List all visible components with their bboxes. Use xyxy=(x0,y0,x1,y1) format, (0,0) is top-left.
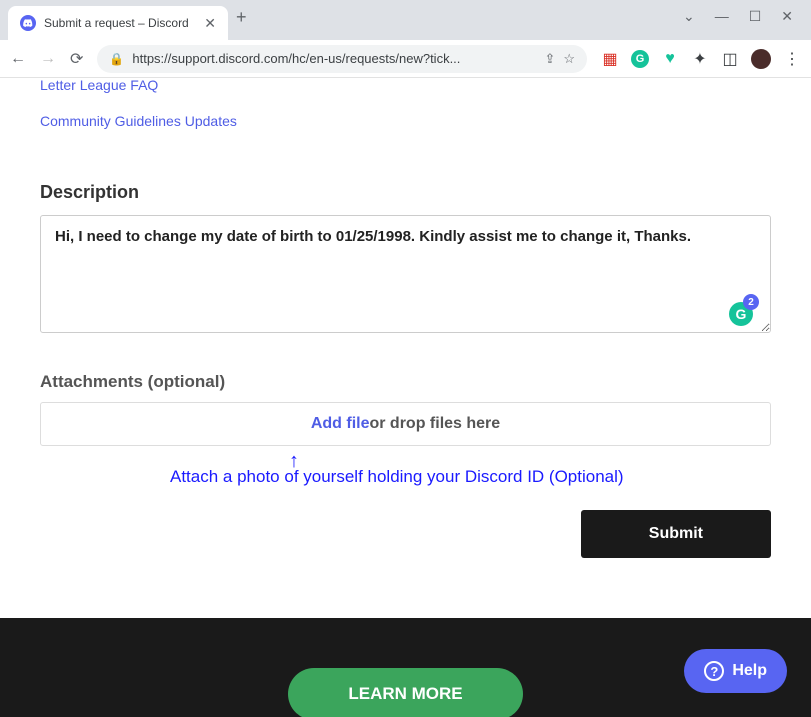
help-question-icon: ? xyxy=(704,661,724,681)
share-icon[interactable]: ⇪ xyxy=(544,51,555,67)
menu-dots-icon[interactable]: ⋮ xyxy=(783,50,801,68)
side-panel-icon[interactable]: ◫ xyxy=(721,50,739,68)
extensions-puzzle-icon[interactable]: ✦ xyxy=(691,50,709,68)
browser-tab[interactable]: Submit a request – Discord ✕ xyxy=(8,6,228,40)
shield-icon[interactable]: ♥ xyxy=(661,50,679,68)
reload-icon[interactable]: ⟳ xyxy=(70,49,83,69)
tab-title: Submit a request – Discord xyxy=(44,16,196,30)
attachment-dropzone[interactable]: Add file or drop files here xyxy=(40,402,771,446)
learn-more-button[interactable]: LEARN MORE xyxy=(288,668,522,717)
address-bar[interactable]: 🔒 https://support.discord.com/hc/en-us/r… xyxy=(97,45,587,73)
back-icon[interactable]: ← xyxy=(10,50,26,68)
arrow-up-icon: ↑ xyxy=(289,446,299,476)
description-textarea[interactable] xyxy=(40,215,771,333)
attachments-label: Attachments (optional) xyxy=(40,372,771,392)
help-widget[interactable]: ? Help xyxy=(684,649,787,693)
tab-close-icon[interactable]: ✕ xyxy=(204,15,216,32)
forward-icon[interactable]: → xyxy=(40,50,56,68)
lock-icon: 🔒 xyxy=(109,52,124,66)
link-community-guidelines[interactable]: Community Guidelines Updates xyxy=(40,110,771,132)
link-letter-league[interactable]: Letter League FAQ xyxy=(40,78,771,96)
browser-titlebar: Submit a request – Discord ✕ + ⌄ — ☐ ✕ xyxy=(0,0,811,40)
maximize-icon[interactable]: ☐ xyxy=(749,8,762,25)
chevron-down-icon[interactable]: ⌄ xyxy=(683,8,695,25)
submit-button[interactable]: Submit xyxy=(581,510,771,558)
url-text: https://support.discord.com/hc/en-us/req… xyxy=(132,51,536,66)
discord-favicon xyxy=(20,15,36,31)
extension-icon-1[interactable]: ▦ xyxy=(601,50,619,68)
window-controls: ⌄ — ☐ ✕ xyxy=(665,0,811,33)
page-viewport[interactable]: Letter League FAQ Community Guidelines U… xyxy=(0,78,811,717)
bookmark-icon[interactable]: ☆ xyxy=(563,51,575,67)
grammarly-extension-icon[interactable]: G xyxy=(631,50,649,68)
grammarly-count-badge[interactable]: 2 xyxy=(743,294,759,310)
add-file-link[interactable]: Add file xyxy=(311,415,370,433)
browser-toolbar: ← → ⟳ 🔒 https://support.discord.com/hc/e… xyxy=(0,40,811,78)
annotation-text: ↑ Attach a photo of yourself holding you… xyxy=(170,464,771,490)
minimize-icon[interactable]: — xyxy=(715,8,729,25)
description-label: Description xyxy=(40,182,771,203)
help-label: Help xyxy=(732,662,767,680)
new-tab-button[interactable]: + xyxy=(236,7,247,28)
close-window-icon[interactable]: ✕ xyxy=(781,8,793,25)
profile-avatar[interactable] xyxy=(751,49,771,69)
drop-hint-text: or drop files here xyxy=(369,415,500,433)
